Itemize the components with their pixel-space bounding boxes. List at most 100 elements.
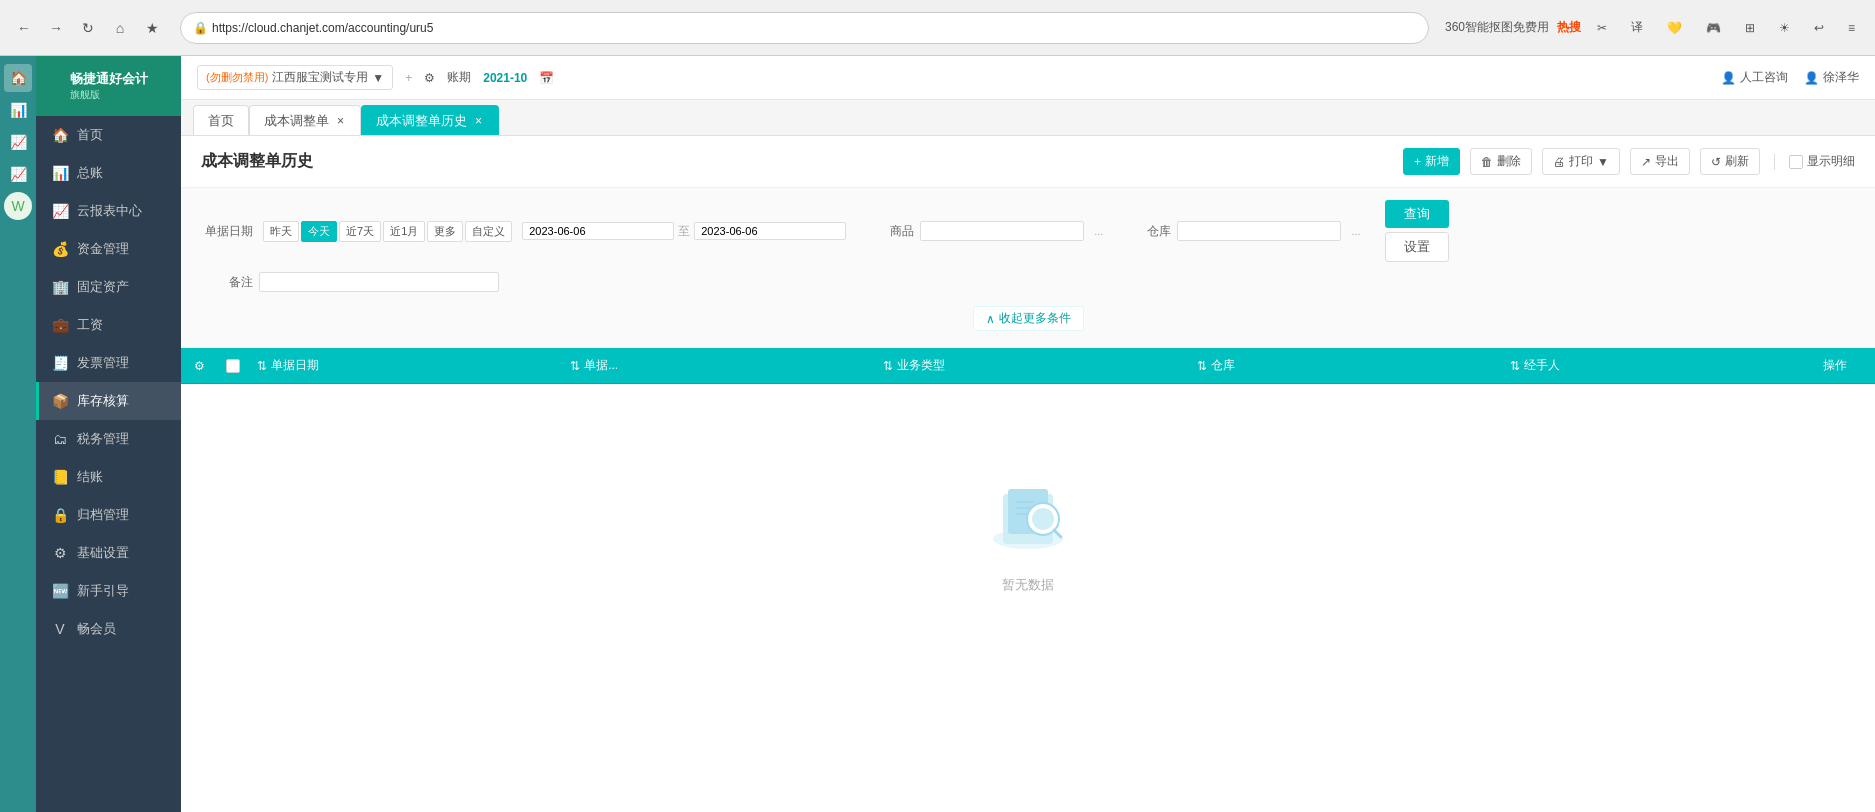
- remark-input[interactable]: [259, 272, 499, 292]
- rail-item-0[interactable]: 🏠: [4, 64, 32, 92]
- sidebar-item-settings[interactable]: ⚙ 基础设置: [36, 534, 181, 572]
- sidebar-item-home[interactable]: 🏠 首页: [36, 116, 181, 154]
- tab-cost-adjust[interactable]: 成本调整单 ×: [249, 105, 361, 135]
- tab-cost-adjust-history[interactable]: 成本调整单历史 ×: [361, 105, 499, 135]
- game-button[interactable]: 🎮: [1698, 19, 1729, 37]
- sidebar-item-reports[interactable]: 📈 云报表中心: [36, 192, 181, 230]
- wallet-button[interactable]: 💛: [1659, 19, 1690, 37]
- collapse-row: ∧ 收起更多条件: [201, 302, 1855, 335]
- empty-state: 暂无数据: [181, 384, 1875, 674]
- brightness-button[interactable]: ☀: [1771, 19, 1798, 37]
- sidebar-item-settle[interactable]: 📒 结账: [36, 458, 181, 496]
- consultant-label: 人工咨询: [1740, 69, 1788, 86]
- sidebar-item-salary[interactable]: 💼 工资: [36, 306, 181, 344]
- sidebar-item-icon-inventory: 📦: [51, 393, 69, 409]
- th-sort-icon-3: ⇅: [883, 359, 893, 373]
- th-warehouse-label: 仓库: [1211, 357, 1235, 374]
- date-btn-1month[interactable]: 近1月: [383, 221, 425, 242]
- address-bar[interactable]: 🔒 https://cloud.chanjet.com/accounting/u…: [180, 12, 1429, 44]
- warehouse-input[interactable]: [1177, 221, 1341, 241]
- rail-item-wb[interactable]: W: [4, 192, 32, 220]
- date-btn-today[interactable]: 今天: [301, 221, 337, 242]
- translate-button[interactable]: 译: [1623, 17, 1651, 38]
- th-settings[interactable]: ⚙: [181, 359, 217, 373]
- calendar-icon[interactable]: 📅: [539, 71, 554, 85]
- delete-btn[interactable]: 🗑 删除: [1470, 148, 1532, 175]
- back-button[interactable]: ←: [12, 16, 36, 40]
- th-date[interactable]: ⇅ 单据日期: [249, 357, 562, 374]
- bookmark-button[interactable]: ★: [140, 16, 164, 40]
- sidebar-item-icon-home: 🏠: [51, 127, 69, 143]
- date-btn-yesterday[interactable]: 昨天: [263, 221, 299, 242]
- collapse-label: 收起更多条件: [999, 310, 1071, 327]
- home-button[interactable]: ⌂: [108, 16, 132, 40]
- sidebar-item-vip[interactable]: V 畅会员: [36, 610, 181, 648]
- table-area: ⚙ ⇅ 单据日期 ⇅ 单据... ⇅ 业务类型: [181, 348, 1875, 694]
- grid-button[interactable]: ⊞: [1737, 19, 1763, 37]
- settings-icon[interactable]: ⚙: [424, 71, 435, 85]
- sidebar-item-ledger[interactable]: 📊 总账: [36, 154, 181, 192]
- goods-more-btn[interactable]: ...: [1094, 225, 1103, 237]
- sidebar-item-tax[interactable]: 🗂 税务管理: [36, 420, 181, 458]
- settings-filter-btn[interactable]: 设置: [1385, 232, 1449, 262]
- empty-icon: [978, 464, 1078, 564]
- th-checkbox[interactable]: [217, 359, 249, 373]
- forward-button[interactable]: →: [44, 16, 68, 40]
- date-btn-7days[interactable]: 近7天: [339, 221, 381, 242]
- top-bar: (勿删勿禁用) 江西服宝测试专用 ▼ + ⚙ 账期 2021-10 📅 👤 人工…: [181, 56, 1875, 100]
- reload-button[interactable]: ↻: [76, 16, 100, 40]
- query-btn[interactable]: 查询: [1385, 200, 1449, 228]
- header-checkbox[interactable]: [226, 359, 240, 373]
- sidebar-item-icon-ledger: 📊: [51, 165, 69, 181]
- consultant-btn[interactable]: 👤 人工咨询: [1721, 69, 1788, 86]
- filter-area: 单据日期 昨天 今天 近7天 近1月 更多 自定义 至: [181, 188, 1875, 348]
- refresh-btn[interactable]: ↺ 刷新: [1700, 148, 1760, 175]
- company-selector[interactable]: (勿删勿禁用) 江西服宝测试专用 ▼: [197, 65, 393, 90]
- rail-item-1[interactable]: 📊: [4, 96, 32, 124]
- warehouse-more-btn[interactable]: ...: [1351, 225, 1360, 237]
- sidebar-item-funds[interactable]: 💰 资金管理: [36, 230, 181, 268]
- add-company-btn[interactable]: +: [405, 71, 412, 85]
- query-settings-group: 查询 设置: [1385, 200, 1449, 262]
- th-handler[interactable]: ⇅ 经手人: [1502, 357, 1815, 374]
- sidebar-item-archive[interactable]: 🔒 归档管理: [36, 496, 181, 534]
- divider: [1774, 154, 1775, 170]
- scissor-button[interactable]: ✂: [1589, 19, 1615, 37]
- collapse-btn[interactable]: ∧ 收起更多条件: [973, 306, 1084, 331]
- th-biztype[interactable]: ⇅ 业务类型: [875, 357, 1188, 374]
- date-btn-custom[interactable]: 自定义: [465, 221, 512, 242]
- sidebar-item-label-invoice: 发票管理: [77, 354, 129, 372]
- sidebar-item-guide[interactable]: 🆕 新手引导: [36, 572, 181, 610]
- user-btn[interactable]: 👤 徐泽华: [1804, 69, 1859, 86]
- menu-button[interactable]: ≡: [1840, 19, 1863, 37]
- print-btn[interactable]: 🖨 打印 ▼: [1542, 148, 1620, 175]
- print-icon: 🖨: [1553, 155, 1565, 169]
- tab-cost-adjust-close[interactable]: ×: [335, 114, 346, 128]
- show-col-btn[interactable]: 显示明细: [1789, 153, 1855, 170]
- checkbox-icon: [1789, 155, 1803, 169]
- sidebar-item-inventory[interactable]: 📦 库存核算: [36, 382, 181, 420]
- date-to-input[interactable]: [694, 222, 846, 240]
- tab-cost-adjust-history-close[interactable]: ×: [473, 114, 484, 128]
- date-from-input[interactable]: [522, 222, 674, 240]
- refresh-label: 刷新: [1725, 153, 1749, 170]
- rail-item-3[interactable]: 📈: [4, 160, 32, 188]
- filter-item-goods: 商品 ...: [862, 221, 1103, 241]
- th-number[interactable]: ⇅ 单据...: [562, 357, 875, 374]
- rail-item-2[interactable]: 📈: [4, 128, 32, 156]
- new-btn[interactable]: + 新增: [1403, 148, 1460, 175]
- goods-input[interactable]: [920, 221, 1084, 241]
- sidebar-item-icon-tax: 🗂: [51, 431, 69, 447]
- dropdown-icon: ▼: [372, 71, 384, 85]
- sidebar-item-label-ledger: 总账: [77, 164, 103, 182]
- export-icon: ↗: [1641, 155, 1651, 169]
- sidebar-item-fixed[interactable]: 🏢 固定资产: [36, 268, 181, 306]
- tab-cost-adjust-history-label: 成本调整单历史: [376, 112, 467, 130]
- export-btn[interactable]: ↗ 导出: [1630, 148, 1690, 175]
- th-warehouse[interactable]: ⇅ 仓库: [1189, 357, 1502, 374]
- top-bar-right: 👤 人工咨询 👤 徐泽华: [1721, 69, 1859, 86]
- tab-home[interactable]: 首页: [193, 105, 249, 135]
- undo-button[interactable]: ↩: [1806, 19, 1832, 37]
- sidebar-item-invoice[interactable]: 🧾 发票管理: [36, 344, 181, 382]
- date-btn-more[interactable]: 更多: [427, 221, 463, 242]
